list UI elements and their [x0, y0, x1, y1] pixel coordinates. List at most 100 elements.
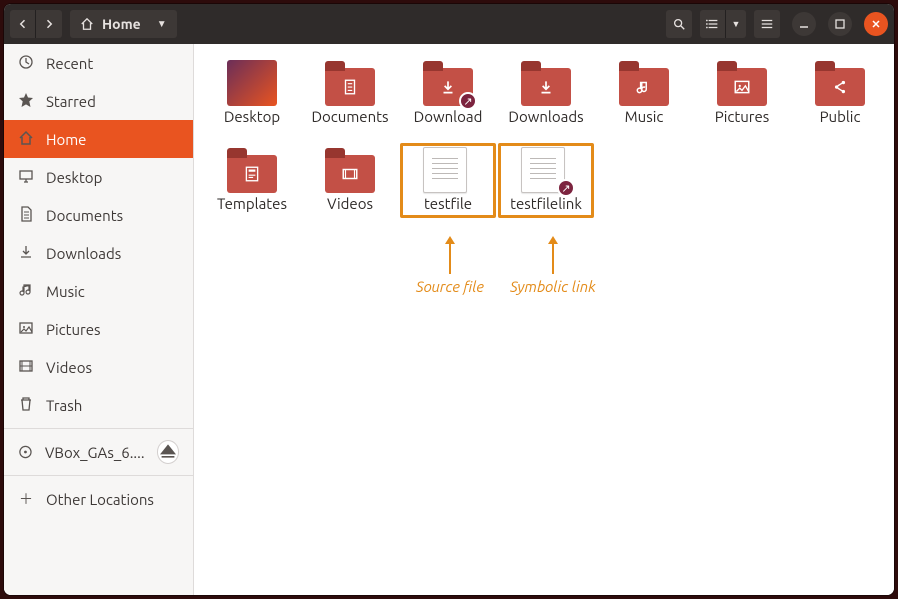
sidebar-item-music[interactable]: Music — [4, 272, 193, 310]
file-item-pictures[interactable]: Pictures — [694, 56, 790, 131]
file-item-public[interactable]: Public — [792, 56, 888, 131]
file-label: Videos — [327, 195, 373, 212]
sidebar-item-label: Music — [46, 283, 85, 300]
folder-icon — [717, 68, 767, 106]
doc-icon — [18, 206, 34, 225]
minimize-icon — [799, 19, 809, 29]
hamburger-menu-button[interactable] — [754, 10, 780, 38]
maximize-icon — [835, 19, 845, 29]
titlebar: Home ▼ ▼ — [4, 4, 894, 44]
desktop-folder-icon — [227, 60, 277, 106]
file-item-testfile[interactable]: testfile — [400, 143, 496, 218]
chevron-down-icon: ▼ — [732, 19, 741, 29]
home-icon — [80, 17, 94, 31]
forward-button[interactable] — [36, 10, 62, 38]
file-item-downloads[interactable]: Downloads — [498, 56, 594, 131]
annotation-source-label: Source file — [416, 278, 484, 295]
eject-button[interactable] — [157, 440, 179, 464]
text-file-icon — [423, 147, 467, 193]
folder-icon — [619, 68, 669, 106]
search-icon — [672, 17, 686, 31]
path-dropdown-icon[interactable]: ▼ — [157, 18, 167, 30]
sidebar-item-label: Trash — [46, 397, 82, 414]
path-label: Home — [102, 16, 141, 32]
sidebar-mount-label: VBox_GAs_6.... — [45, 444, 145, 461]
sidebar-item-documents[interactable]: Documents — [4, 196, 193, 234]
file-label: Download — [414, 108, 483, 125]
sidebar-item-downloads[interactable]: Downloads — [4, 234, 193, 272]
separator — [4, 475, 193, 476]
back-button[interactable] — [10, 10, 36, 38]
annotation-source: Source file — [405, 242, 495, 295]
file-label: Templates — [217, 195, 287, 212]
sidebar-item-label: Recent — [46, 55, 93, 72]
list-view-button[interactable] — [700, 10, 726, 38]
file-label: Pictures — [715, 108, 770, 125]
symlink-badge-icon: ↗ — [459, 92, 477, 110]
music-icon — [18, 282, 34, 301]
file-view[interactable]: DesktopDocuments↗DownloadDownloadsMusicP… — [194, 44, 894, 595]
file-item-documents[interactable]: Documents — [302, 56, 398, 131]
folder-icon: ↗ — [423, 68, 473, 106]
file-item-music[interactable]: Music — [596, 56, 692, 131]
hamburger-icon — [760, 17, 774, 31]
sidebar: Recent Starred Home Desktop Documents Do… — [4, 44, 194, 595]
folder-icon — [521, 68, 571, 106]
minimize-button[interactable] — [792, 12, 816, 36]
sidebar-item-home[interactable]: Home — [4, 120, 193, 158]
clock-icon — [18, 54, 34, 73]
file-label: Documents — [311, 108, 388, 125]
file-item-testfilelink[interactable]: ↗testfilelink — [498, 143, 594, 218]
annotation-symlink-label: Symbolic link — [510, 278, 596, 295]
annotation-symlink: Symbolic link — [503, 242, 603, 295]
sidebar-mount-vbox[interactable]: VBox_GAs_6.... — [4, 433, 193, 471]
sidebar-item-recent[interactable]: Recent — [4, 44, 193, 82]
path-bar[interactable]: Home ▼ — [70, 10, 177, 38]
maximize-button[interactable] — [828, 12, 852, 36]
disc-icon — [18, 444, 33, 460]
search-button[interactable] — [666, 10, 692, 38]
file-manager-window: Home ▼ ▼ R — [4, 4, 894, 595]
nav-buttons — [10, 10, 62, 38]
sidebar-item-label: Home — [46, 131, 86, 148]
separator — [4, 428, 193, 429]
view-options-button[interactable]: ▼ — [726, 10, 746, 38]
arrow-icon — [552, 242, 554, 274]
sidebar-item-label: Pictures — [46, 321, 101, 338]
download-icon — [18, 244, 34, 263]
close-button[interactable] — [864, 12, 888, 36]
sidebar-other-locations[interactable]: ＋ Other Locations — [4, 480, 193, 518]
video-icon — [18, 358, 34, 377]
sidebar-item-label: Documents — [46, 207, 123, 224]
sidebar-item-trash[interactable]: Trash — [4, 386, 193, 424]
sidebar-item-desktop[interactable]: Desktop — [4, 158, 193, 196]
file-item-templates[interactable]: Templates — [204, 143, 300, 218]
folder-icon — [227, 155, 277, 193]
sidebar-item-label: Starred — [46, 93, 96, 110]
file-item-desktop[interactable]: Desktop — [204, 56, 300, 131]
file-item-download[interactable]: ↗Download — [400, 56, 496, 131]
file-label: Desktop — [224, 108, 280, 125]
home-icon — [18, 130, 34, 149]
file-label: testfile — [424, 195, 472, 212]
sidebar-item-starred[interactable]: Starred — [4, 82, 193, 120]
file-label: Downloads — [508, 108, 583, 125]
plus-icon: ＋ — [18, 489, 34, 509]
sidebar-item-pictures[interactable]: Pictures — [4, 310, 193, 348]
image-icon — [18, 320, 34, 339]
folder-icon — [815, 68, 865, 106]
folder-icon — [325, 155, 375, 193]
file-label: testfilelink — [510, 195, 582, 212]
file-item-videos[interactable]: Videos — [302, 143, 398, 218]
eject-icon — [160, 444, 176, 460]
close-icon — [871, 19, 881, 29]
folder-icon — [325, 68, 375, 106]
sidebar-item-label: Videos — [46, 359, 92, 376]
sidebar-item-label: Downloads — [46, 245, 121, 262]
arrow-icon — [449, 242, 451, 274]
sidebar-item-videos[interactable]: Videos — [4, 348, 193, 386]
view-switcher: ▼ — [700, 10, 746, 38]
file-label: Public — [820, 108, 861, 125]
sidebar-other-label: Other Locations — [46, 491, 154, 508]
file-label: Music — [625, 108, 664, 125]
